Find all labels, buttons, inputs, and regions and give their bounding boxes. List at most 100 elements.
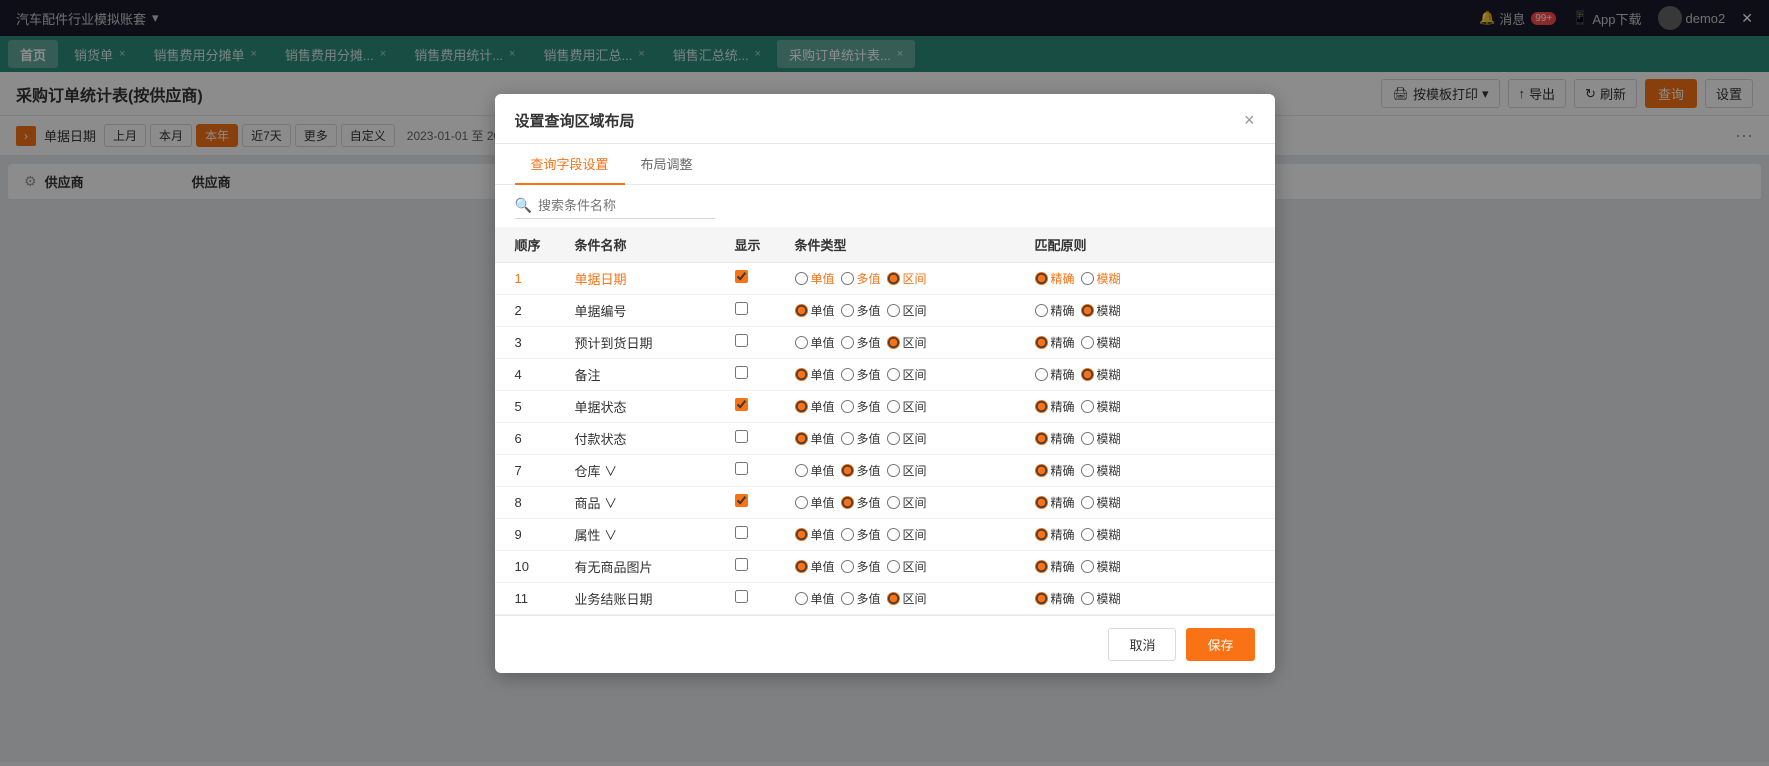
radio-precise[interactable]: 精确 <box>1035 302 1075 319</box>
radio-interval[interactable]: 区间 <box>887 270 927 287</box>
radio-interval[interactable]: 区间 <box>887 526 927 543</box>
radio-fuzzy[interactable]: 模糊 <box>1081 302 1121 319</box>
radio-precise[interactable]: 精确 <box>1035 462 1075 479</box>
row-display-checkbox[interactable] <box>735 270 795 286</box>
row-display-checkbox[interactable] <box>735 558 795 574</box>
radio-interval[interactable]: 区间 <box>887 462 927 479</box>
radio-multi[interactable]: 多值 <box>841 494 881 511</box>
table-row: 8 商品 ∨ 单值 多值 区间 精确 <box>495 487 1275 519</box>
radio-multi[interactable]: 多值 <box>841 526 881 543</box>
radio-interval[interactable]: 区间 <box>887 558 927 575</box>
row-name: 属性 ∨ <box>575 525 735 544</box>
radio-precise[interactable]: 精确 <box>1035 526 1075 543</box>
row-display-checkbox[interactable] <box>735 430 795 446</box>
radio-interval[interactable]: 区间 <box>887 302 927 319</box>
dialog-tabs: 查询字段设置 布局调整 <box>495 144 1275 185</box>
row-display-checkbox[interactable] <box>735 398 795 414</box>
row-match-group: 精确 模糊 <box>1035 558 1235 575</box>
row-display-checkbox[interactable] <box>735 302 795 318</box>
row-match-group: 精确 模糊 <box>1035 270 1235 287</box>
radio-precise[interactable]: 精确 <box>1035 398 1075 415</box>
radio-fuzzy[interactable]: 模糊 <box>1081 398 1121 415</box>
row-type-group: 单值 多值 区间 <box>795 558 1035 575</box>
row-match-group: 精确 模糊 <box>1035 462 1235 479</box>
radio-single[interactable]: 单值 <box>795 462 835 479</box>
table-row: 10 有无商品图片 单值 多值 区间 精确 <box>495 551 1275 583</box>
table-row: 4 备注 单值 多值 区间 精确 <box>495 359 1275 391</box>
cancel-button[interactable]: 取消 <box>1108 628 1176 661</box>
radio-precise[interactable]: 精确 <box>1035 334 1075 351</box>
radio-single[interactable]: 单值 <box>795 334 835 351</box>
row-order: 1 <box>515 271 575 286</box>
radio-multi[interactable]: 多值 <box>841 334 881 351</box>
row-display-checkbox[interactable] <box>735 590 795 606</box>
dialog-overlay: 设置查询区域布局 × 查询字段设置 布局调整 🔍 顺序 条件名称 显示 条件类型… <box>0 0 1769 766</box>
row-type-group: 单值 多值 区间 <box>795 270 1035 287</box>
table-row: 7 仓库 ∨ 单值 多值 区间 精确 <box>495 455 1275 487</box>
save-button[interactable]: 保存 <box>1186 628 1254 661</box>
radio-fuzzy[interactable]: 模糊 <box>1081 494 1121 511</box>
radio-single[interactable]: 单值 <box>795 398 835 415</box>
radio-single[interactable]: 单值 <box>795 590 835 607</box>
radio-precise[interactable]: 精确 <box>1035 430 1075 447</box>
radio-single[interactable]: 单值 <box>795 430 835 447</box>
radio-multi[interactable]: 多值 <box>841 590 881 607</box>
dialog-table-body: 1 单据日期 单值 多值 区间 精确 <box>495 263 1275 615</box>
radio-single[interactable]: 单值 <box>795 302 835 319</box>
radio-precise[interactable]: 精确 <box>1035 270 1075 287</box>
row-name: 单据日期 <box>575 269 735 288</box>
table-row: 5 单据状态 单值 多值 区间 精确 <box>495 391 1275 423</box>
radio-interval[interactable]: 区间 <box>887 430 927 447</box>
radio-fuzzy[interactable]: 模糊 <box>1081 526 1121 543</box>
radio-fuzzy[interactable]: 模糊 <box>1081 558 1121 575</box>
row-name: 仓库 ∨ <box>575 461 735 480</box>
search-input[interactable] <box>538 198 715 213</box>
radio-multi[interactable]: 多值 <box>841 398 881 415</box>
radio-precise[interactable]: 精确 <box>1035 494 1075 511</box>
dialog-close-button[interactable]: × <box>1244 111 1255 129</box>
row-type-group: 单值 多值 区间 <box>795 494 1035 511</box>
radio-fuzzy[interactable]: 模糊 <box>1081 270 1121 287</box>
radio-multi[interactable]: 多值 <box>841 366 881 383</box>
table-row: 9 属性 ∨ 单值 多值 区间 精确 <box>495 519 1275 551</box>
radio-single[interactable]: 单值 <box>795 366 835 383</box>
table-row: 1 单据日期 单值 多值 区间 精确 <box>495 263 1275 295</box>
radio-multi[interactable]: 多值 <box>841 558 881 575</box>
tab-query-fields[interactable]: 查询字段设置 <box>515 144 625 185</box>
radio-multi[interactable]: 多值 <box>841 302 881 319</box>
tab-layout-adjust[interactable]: 布局调整 <box>625 144 709 185</box>
table-row: 2 单据编号 单值 多值 区间 精确 <box>495 295 1275 327</box>
radio-multi[interactable]: 多值 <box>841 270 881 287</box>
radio-fuzzy[interactable]: 模糊 <box>1081 590 1121 607</box>
radio-interval[interactable]: 区间 <box>887 494 927 511</box>
row-display-checkbox[interactable] <box>735 366 795 382</box>
radio-fuzzy[interactable]: 模糊 <box>1081 334 1121 351</box>
radio-single[interactable]: 单值 <box>795 270 835 287</box>
radio-precise[interactable]: 精确 <box>1035 558 1075 575</box>
row-type-group: 单值 多值 区间 <box>795 398 1035 415</box>
radio-fuzzy[interactable]: 模糊 <box>1081 366 1121 383</box>
radio-fuzzy[interactable]: 模糊 <box>1081 430 1121 447</box>
row-order: 4 <box>515 367 575 382</box>
radio-single[interactable]: 单值 <box>795 526 835 543</box>
radio-interval[interactable]: 区间 <box>887 334 927 351</box>
row-display-checkbox[interactable] <box>735 334 795 350</box>
row-order: 10 <box>515 559 575 574</box>
row-match-group: 精确 模糊 <box>1035 334 1235 351</box>
row-display-checkbox[interactable] <box>735 494 795 510</box>
radio-interval[interactable]: 区间 <box>887 398 927 415</box>
radio-interval[interactable]: 区间 <box>887 590 927 607</box>
dialog-header: 设置查询区域布局 × <box>495 94 1275 144</box>
radio-single[interactable]: 单值 <box>795 494 835 511</box>
radio-fuzzy[interactable]: 模糊 <box>1081 462 1121 479</box>
radio-multi[interactable]: 多值 <box>841 430 881 447</box>
radio-precise[interactable]: 精确 <box>1035 590 1075 607</box>
dialog-table-header: 顺序 条件名称 显示 条件类型 匹配原则 <box>495 227 1275 263</box>
row-display-checkbox[interactable] <box>735 526 795 542</box>
col-match: 匹配原则 <box>1035 235 1235 254</box>
radio-precise[interactable]: 精确 <box>1035 366 1075 383</box>
radio-single[interactable]: 单值 <box>795 558 835 575</box>
row-display-checkbox[interactable] <box>735 462 795 478</box>
radio-interval[interactable]: 区间 <box>887 366 927 383</box>
radio-multi[interactable]: 多值 <box>841 462 881 479</box>
